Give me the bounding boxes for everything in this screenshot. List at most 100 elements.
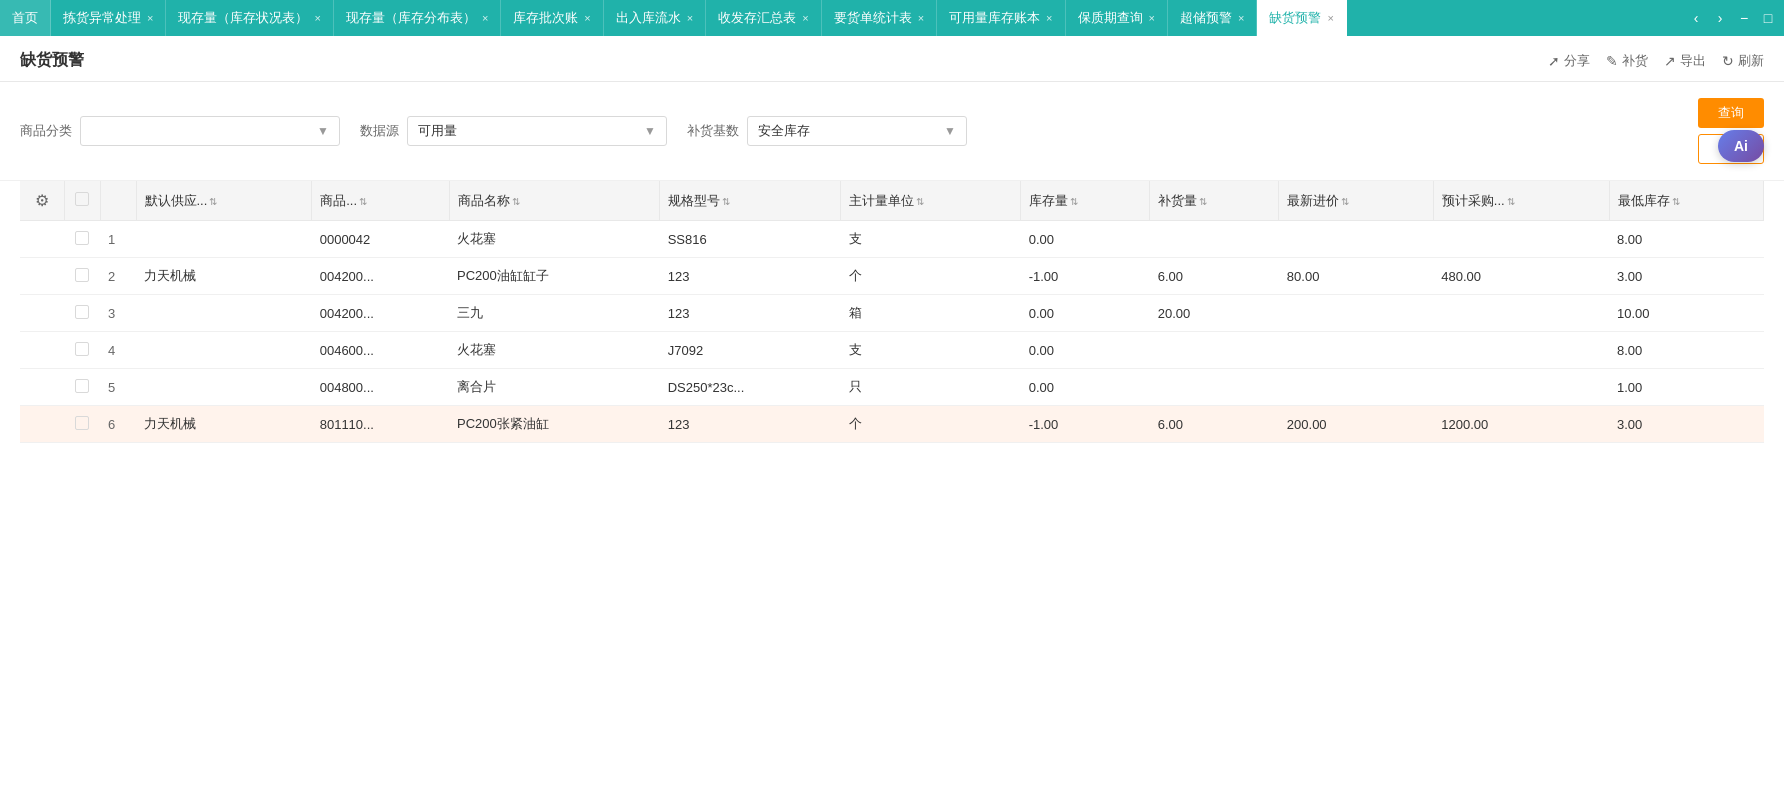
row-checkbox[interactable] <box>75 342 89 356</box>
tab-close-inout-flow[interactable]: × <box>687 12 693 24</box>
table-body: 1 0000042 火花塞 SS816 支 0.00 8.00 2 力天机械 0… <box>20 221 1764 443</box>
row-estimated-purchase <box>1433 332 1609 369</box>
col-default-supplier[interactable]: 默认供应...⇅ <box>136 181 312 221</box>
row-min-stock: 8.00 <box>1609 332 1764 369</box>
row-settings-cell <box>20 369 64 406</box>
table-row: 4 004600... 火花塞 J7092 支 0.00 8.00 <box>20 332 1764 369</box>
tab-abnormal[interactable]: 拣货异常处理 × <box>51 0 166 36</box>
row-index: 1 <box>100 221 136 258</box>
datasource-select[interactable]: 可用量 ▼ <box>407 116 667 146</box>
tab-collect-summary[interactable]: 收发存汇总表 × <box>706 0 821 36</box>
main-content: 缺货预警 ➚ 分享 ✎ 补货 ↗ 导出 ↻ 刷新 商品分类 <box>0 36 1784 796</box>
datasource-label: 数据源 <box>360 122 399 140</box>
tab-close-batch-account[interactable]: × <box>584 12 590 24</box>
tab-order-stats[interactable]: 要货单统计表 × <box>822 0 937 36</box>
tab-inventory-dist[interactable]: 现存量（库存分布表） × <box>334 0 501 36</box>
row-checkbox[interactable] <box>75 268 89 282</box>
row-checkbox-cell[interactable] <box>64 295 100 332</box>
restock-button[interactable]: ✎ 补货 <box>1606 52 1648 70</box>
datasource-select-value: 可用量 <box>418 122 636 140</box>
sort-unit-icon: ⇅ <box>916 196 924 207</box>
tab-nav-buttons: ‹ › − □ <box>1680 6 1784 30</box>
row-checkbox-cell[interactable] <box>64 221 100 258</box>
row-product-code: 004600... <box>312 332 449 369</box>
tab-bar: 首页 拣货异常处理 × 现存量（库存状况表） × 现存量（库存分布表） × 库存… <box>0 0 1784 36</box>
tab-close-shortage-warn[interactable]: × <box>1327 12 1333 24</box>
tab-prev-button[interactable]: ‹ <box>1684 6 1708 30</box>
category-label: 商品分类 <box>20 122 72 140</box>
row-checkbox-cell[interactable] <box>64 258 100 295</box>
col-estimated-purchase[interactable]: 预计采购...⇅ <box>1433 181 1609 221</box>
table-row: 5 004800... 离合片 DS250*23c... 只 0.00 1.00 <box>20 369 1764 406</box>
select-all-checkbox[interactable] <box>75 192 89 206</box>
col-spec[interactable]: 规格型号⇅ <box>660 181 841 221</box>
col-index <box>100 181 136 221</box>
row-checkbox-cell[interactable] <box>64 332 100 369</box>
row-min-stock: 3.00 <box>1609 258 1764 295</box>
category-select[interactable]: ▼ <box>80 116 340 146</box>
col-stock[interactable]: 库存量⇅ <box>1021 181 1150 221</box>
col-product-name[interactable]: 商品名称⇅ <box>449 181 660 221</box>
row-settings-cell <box>20 295 64 332</box>
row-restock-qty: 6.00 <box>1150 406 1279 443</box>
tab-close-inventory-status[interactable]: × <box>314 12 320 24</box>
tab-next-button[interactable]: › <box>1708 6 1732 30</box>
ai-badge[interactable]: Ai <box>1718 130 1764 162</box>
row-index: 6 <box>100 406 136 443</box>
tab-available-ledger[interactable]: 可用量库存账本 × <box>937 0 1065 36</box>
tab-close-inventory-dist[interactable]: × <box>482 12 488 24</box>
row-latest-price: 80.00 <box>1279 258 1433 295</box>
col-restock-qty[interactable]: 补货量⇅ <box>1150 181 1279 221</box>
sort-name-icon: ⇅ <box>512 196 520 207</box>
tab-inventory-status[interactable]: 现存量（库存状况表） × <box>166 0 333 36</box>
restock-base-select[interactable]: 安全库存 ▼ <box>747 116 967 146</box>
row-checkbox[interactable] <box>75 416 89 430</box>
row-estimated-purchase <box>1433 221 1609 258</box>
row-unit: 箱 <box>841 295 1021 332</box>
col-latest-price[interactable]: 最新进价⇅ <box>1279 181 1433 221</box>
tab-maximize-button[interactable]: □ <box>1756 6 1780 30</box>
row-product-code: 004200... <box>312 295 449 332</box>
tab-inout-flow[interactable]: 出入库流水 × <box>604 0 706 36</box>
tab-shortage-warn[interactable]: 缺货预警 × <box>1257 0 1346 36</box>
tab-close-overstock-warn[interactable]: × <box>1238 12 1244 24</box>
row-stock: 0.00 <box>1021 369 1150 406</box>
tab-overstock-warn[interactable]: 超储预警 × <box>1168 0 1257 36</box>
sort-supplier-icon: ⇅ <box>209 196 217 207</box>
row-checkbox[interactable] <box>75 379 89 393</box>
row-index: 2 <box>100 258 136 295</box>
col-product-code[interactable]: 商品...⇅ <box>312 181 449 221</box>
col-min-stock[interactable]: 最低库存⇅ <box>1609 181 1764 221</box>
row-checkbox-cell[interactable] <box>64 406 100 443</box>
tab-batch-account[interactable]: 库存批次账 × <box>501 0 603 36</box>
tab-close-collect-summary[interactable]: × <box>802 12 808 24</box>
row-spec: 123 <box>660 258 841 295</box>
col-settings[interactable]: ⚙ <box>20 181 64 221</box>
tab-close-abnormal[interactable]: × <box>147 12 153 24</box>
share-button[interactable]: ➚ 分享 <box>1548 52 1590 70</box>
tab-close-available-ledger[interactable]: × <box>1046 12 1052 24</box>
row-supplier <box>136 332 312 369</box>
row-checkbox[interactable] <box>75 305 89 319</box>
tab-home[interactable]: 首页 <box>0 0 51 36</box>
query-button[interactable]: 查询 <box>1698 98 1764 128</box>
row-latest-price <box>1279 332 1433 369</box>
refresh-button[interactable]: ↻ 刷新 <box>1722 52 1764 70</box>
restock-icon: ✎ <box>1606 53 1618 69</box>
row-settings-cell <box>20 258 64 295</box>
tab-expiry-query[interactable]: 保质期查询 × <box>1066 0 1168 36</box>
tab-close-expiry-query[interactable]: × <box>1149 12 1155 24</box>
col-unit[interactable]: 主计量单位⇅ <box>841 181 1021 221</box>
row-supplier <box>136 221 312 258</box>
table-row: 1 0000042 火花塞 SS816 支 0.00 8.00 <box>20 221 1764 258</box>
column-settings-icon[interactable]: ⚙ <box>35 192 49 209</box>
export-button[interactable]: ↗ 导出 <box>1664 52 1706 70</box>
tab-close-order-stats[interactable]: × <box>918 12 924 24</box>
tab-minimize-button[interactable]: − <box>1732 6 1756 30</box>
row-product-code: 004200... <box>312 258 449 295</box>
row-checkbox[interactable] <box>75 231 89 245</box>
row-supplier: 力天机械 <box>136 258 312 295</box>
datasource-select-arrow-icon: ▼ <box>644 124 656 138</box>
row-restock-qty <box>1150 369 1279 406</box>
row-checkbox-cell[interactable] <box>64 369 100 406</box>
